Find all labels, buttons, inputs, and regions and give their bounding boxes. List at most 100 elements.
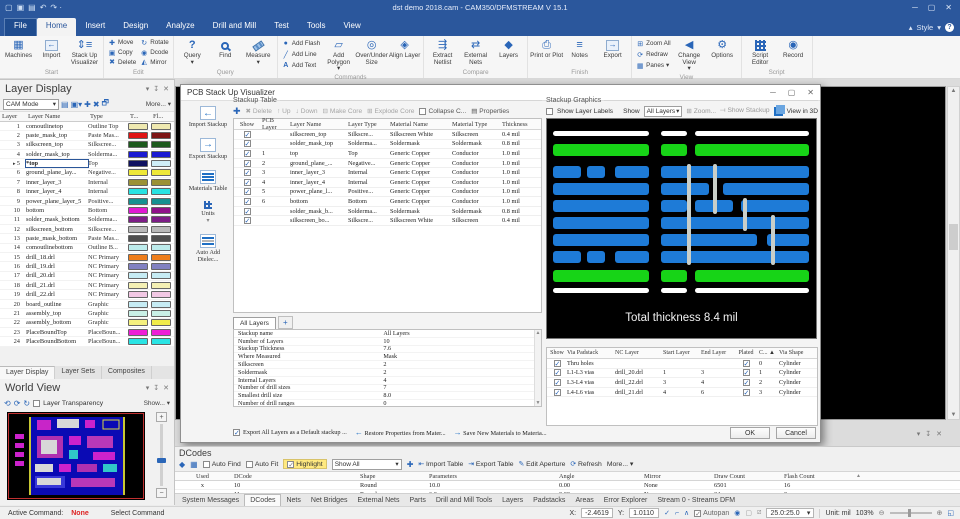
explode-core-button[interactable]: ⊞ Explode Core [367,107,414,115]
import-button[interactable]: ← Import [35,37,68,68]
layer-row[interactable]: 24 PlaceBoundBottom PlaceBoun... [0,337,174,347]
bottom-tab[interactable]: Padstacks [528,495,570,506]
all-layers-tab[interactable]: All Layers [233,316,276,329]
materials-table-button[interactable]: Materials Table [189,169,227,193]
record-button[interactable]: ◉ Record [777,37,810,68]
layer-color-draw[interactable] [128,169,148,177]
layer-color-flash[interactable] [151,309,171,317]
stackup-row[interactable]: 3 inner_layer_3 Internal Generic Copper … [234,168,541,178]
layer-name[interactable]: power_plane_layer_5 [26,198,88,205]
layer-name[interactable]: comoutlinebottom [26,244,88,251]
layer-color-flash[interactable] [151,206,171,214]
zoom-all-button[interactable]: ⊞ Zoom All [636,40,670,48]
layer-color-flash[interactable] [151,197,171,205]
stackup-row[interactable]: solder_mask_top Solderma... Soldermask S… [234,140,541,150]
layer-name[interactable]: comoutlinetop [26,123,88,130]
graphics-zoom-button[interactable]: ⊞ Zoom... [686,107,716,115]
stackup-row[interactable]: 1 top Top Generic Copper Conductor 1.0 m… [234,149,541,159]
layer-color-draw[interactable] [128,234,148,242]
property-row[interactable]: Number of drill sizes 7 [234,384,541,393]
add-stackup-tab-button[interactable]: + [277,315,293,329]
layer-name[interactable]: assembly_bottom [26,319,88,326]
add-row-icon[interactable]: ✚ [233,106,241,117]
find-button[interactable]: Find [209,37,242,68]
menu-tab[interactable]: Tools [298,18,335,36]
layer-color-draw[interactable] [128,253,148,261]
show-menu[interactable]: Show... ▾ [144,399,170,407]
layer-row[interactable]: 17 drill_20.drl NC Primary [0,272,174,282]
grid-square-icon[interactable]: ▢ [745,509,752,517]
layer-row[interactable]: 7 inner_layer_3 Internal [0,178,174,188]
layer-color-flash[interactable] [151,225,171,233]
show-via-checkbox[interactable] [553,359,561,368]
properties-button[interactable]: ▤ Properties [471,107,509,115]
graphics-show-combo[interactable]: All Layers ▾ [643,105,683,117]
via-row[interactable]: Thru holes 0 Cylinder [547,359,817,369]
panel-menu-icon[interactable]: ▾ [917,430,921,438]
minimize-button[interactable]: ─ [912,3,918,12]
layer-row[interactable]: 1 comoutlinetop Outline Top [0,122,174,132]
move-down-button[interactable]: ↓ Down [296,108,318,115]
via-row[interactable]: L1-L3 vias drill_20.drl 1 3 1 Cylinder [547,369,817,379]
mirror-button[interactable]: ◭ Mirror [140,58,169,67]
show-layer-checkbox[interactable] [243,188,251,196]
layer-row[interactable]: 12 silkscreen_bottom Silkscree... [0,225,174,235]
stackup-row[interactable]: 4 inner_layer_4 Internal Generic Copper … [234,178,541,188]
panel-menu-icon[interactable]: ▾ [146,85,150,93]
layer-color-flash[interactable] [151,234,171,242]
add-line-button[interactable]: ╱ Add Line [282,51,320,59]
layer-transparency-checkbox[interactable] [33,399,41,407]
properties-scrollbar[interactable]: ▲ ▼ [534,329,541,406]
layer-name[interactable]: ground_plane_lay... [26,169,88,176]
panel-menu-icon[interactable]: ▾ [146,384,150,392]
grid-dot-icon[interactable]: ◉ [734,509,740,517]
layer-color-flash[interactable] [151,281,171,289]
property-row[interactable]: Silkscreen 2 [234,361,541,369]
highlight-checkbox[interactable]: Highlight [283,459,327,469]
bottom-tab[interactable]: Drill and Mill Tools [431,495,497,506]
more-button[interactable]: More... ▾ [607,460,633,468]
layer-row[interactable]: 19 drill_22.drl NC Primary [0,290,174,300]
maximize-button[interactable]: ▢ [928,3,936,12]
layer-row[interactable]: 9 power_plane_layer_5 Positive... [0,197,174,207]
redraw-button[interactable]: ⟳ Redraw [636,51,671,59]
layer-color-flash[interactable] [151,216,171,224]
dcodes-filter-combo[interactable]: Show All ▾ [331,458,402,470]
export-stackup-button[interactable]: → Export Stackup [189,137,227,161]
edit-aperture-button[interactable]: ✎ Edit Aperture [519,460,566,468]
layer-row[interactable]: 22 assembly_bottom Graphic [0,319,174,328]
layer-row[interactable]: 16 drill_19.drl NC Primary [0,262,174,272]
menu-tab[interactable]: Analyze [157,18,203,36]
layer-row[interactable]: 23 PlaceBoundTop PlaceBoun... [0,328,174,338]
external-nets-button[interactable]: ⇄ External Nets [459,37,492,68]
layer-name[interactable]: bottom [26,207,88,214]
scroll-thumb[interactable] [949,224,958,250]
pin-icon[interactable]: ↧ [153,85,159,93]
open-layers-icon[interactable]: ▣▾ [71,100,83,109]
layer-color-draw[interactable] [128,197,148,205]
stackup-row[interactable]: 5 power_plane_l... Positive... Generic C… [234,188,541,198]
layer-color-draw[interactable] [128,300,148,308]
zoom-out-icon[interactable]: ⊖ [879,509,885,517]
layer-color-draw[interactable] [128,122,148,130]
stackup-row[interactable]: silkscreen_bo... Silkscre... Silkscreen … [234,216,541,226]
dcode-row[interactable]: x 10 Round 10.0 0.00 None 6501 16 [175,481,960,490]
vertical-scrollbar[interactable]: ▲ ▼ [947,86,960,420]
cancel-button[interactable]: Cancel [776,427,816,439]
layer-name[interactable]: solder_mask_bottom [26,216,88,223]
show-layer-checkbox[interactable] [243,149,251,158]
layer-color-draw[interactable] [128,309,148,317]
layer-color-flash[interactable] [151,244,171,252]
menu-tab[interactable]: Drill and Mill [204,18,266,36]
plated-checkbox[interactable] [742,369,750,377]
notes-button[interactable]: ≡ Notes [563,37,596,68]
layer-row[interactable]: 21 assembly_top Graphic [0,309,174,319]
table-scroll-up-icon[interactable]: ▲ [856,474,861,479]
pin-icon[interactable]: ↧ [153,384,159,392]
property-row[interactable]: Stackup Thickness 7.6 [234,345,541,354]
close-button[interactable]: ✕ [945,3,952,12]
delete-button[interactable]: ✖ Delete [108,58,136,67]
layer-color-draw[interactable] [128,141,148,149]
grid-diagonal-icon[interactable]: ⧄ [757,509,761,517]
dialog-minimize-button[interactable]: ─ [770,88,776,97]
